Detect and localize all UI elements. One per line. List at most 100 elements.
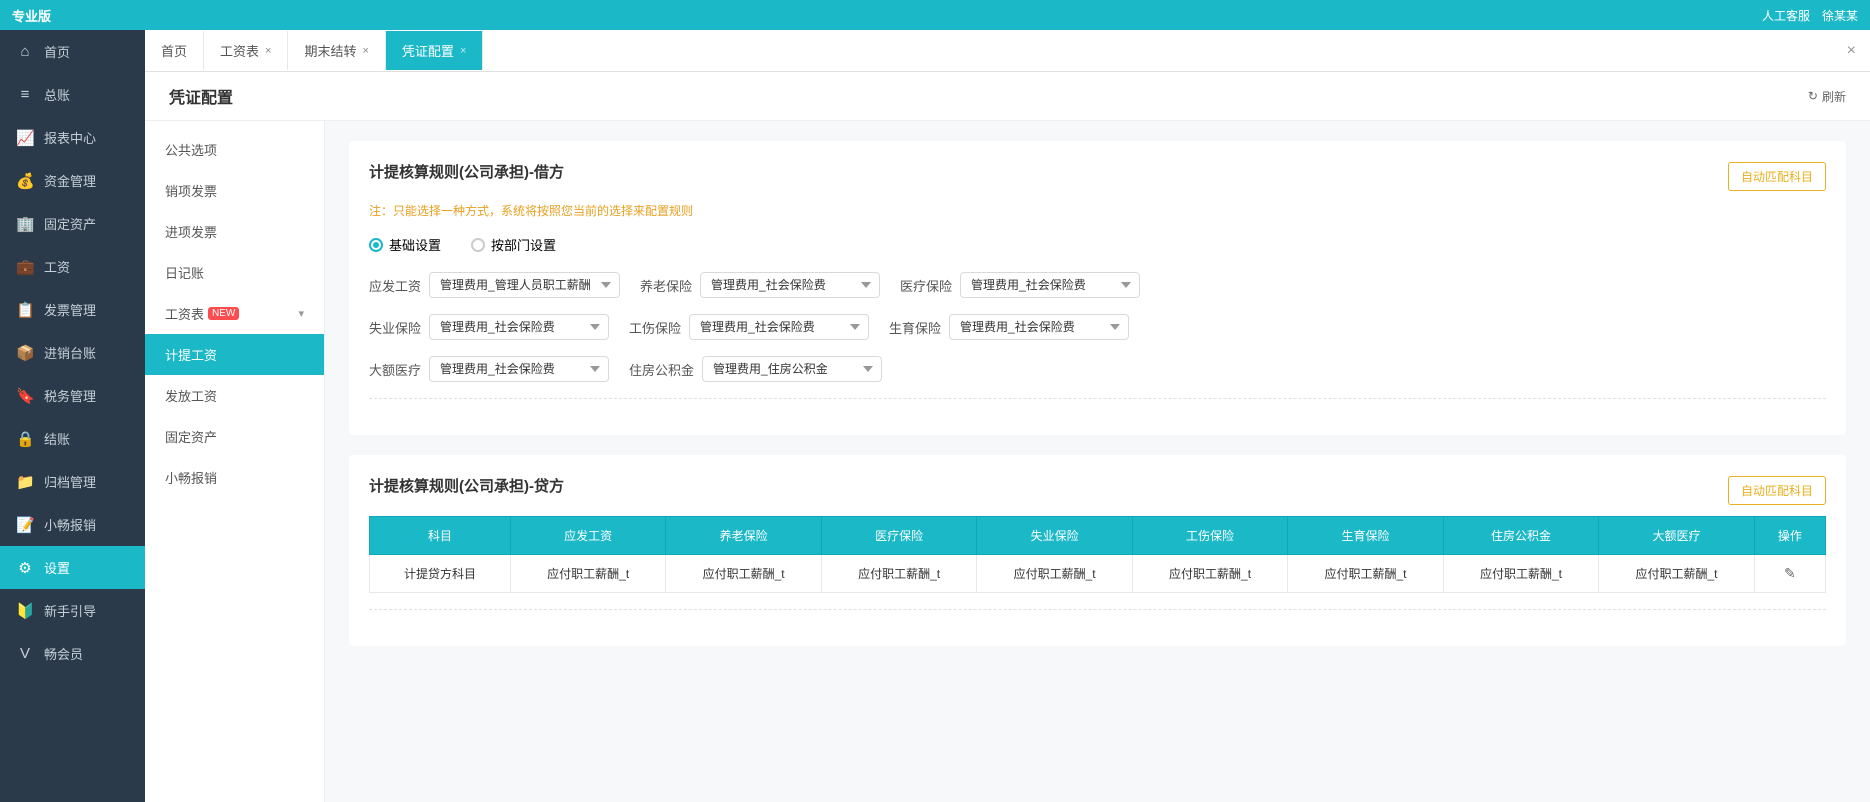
debit-field-ylbx2: 医疗保险 管理费用_社会保险费 xyxy=(900,272,1140,298)
debit-field-deyl: 大额医疗 管理费用_社会保险费 xyxy=(369,356,609,382)
tab-voucher-config[interactable]: 凭证配置 × xyxy=(386,31,483,70)
tab-home[interactable]: 首页 xyxy=(145,31,204,70)
th-action: 操作 xyxy=(1754,517,1825,555)
debit-auto-match-button[interactable]: 自动匹配科目 xyxy=(1728,162,1826,191)
sidebar-item-guide[interactable]: 🔰 新手引导 xyxy=(0,589,145,632)
left-nav-fixed-assets[interactable]: 固定资产 xyxy=(145,416,324,457)
td-action[interactable]: ✎ xyxy=(1754,555,1825,593)
debit-form-row-2: 失业保险 管理费用_社会保险费 工伤保险 管理费用_社会保险费 xyxy=(369,314,1826,340)
tab-payroll[interactable]: 工资表 × xyxy=(204,31,288,70)
guide-icon: 🔰 xyxy=(16,602,34,620)
radio-dept-setting[interactable]: 按部门设置 xyxy=(471,235,556,254)
sidebar-item-payroll[interactable]: 💼 工资 xyxy=(0,245,145,288)
invoice-mgmt-icon: 📋 xyxy=(16,301,34,319)
sidebar-label-tax-mgmt: 税务管理 xyxy=(44,386,96,405)
sidebar-item-archive[interactable]: 📁 归档管理 xyxy=(0,460,145,503)
credit-auto-match-button[interactable]: 自动匹配科目 xyxy=(1728,476,1826,505)
debit-section-header: 计提核算规则(公司承担)-借方 自动匹配科目 xyxy=(369,161,1826,192)
funds-icon: 💰 xyxy=(16,172,34,190)
page-title: 凭证配置 xyxy=(169,84,233,108)
credit-table-header: 科目 应发工资 养老保险 医疗保险 失业保险 工伤保险 生育保险 住房公积金 大… xyxy=(370,517,1826,555)
close-main-button[interactable]: × xyxy=(1833,42,1870,60)
debit-select-deyl[interactable]: 管理费用_社会保险费 xyxy=(429,356,609,382)
th-yfgz: 应发工资 xyxy=(510,517,665,555)
tab-period-close[interactable]: 期末结转 × xyxy=(288,31,385,70)
debit-select-yfgz[interactable]: 管理费用_管理人员职工薪酬 xyxy=(429,272,620,298)
app-layout: ⌂ 首页 ≡ 总账 📈 报表中心 💰 资金管理 🏢 固定资产 💼 工资 📋 发票… xyxy=(0,30,1870,802)
home-icon: ⌂ xyxy=(16,43,34,60)
debit-select-ylbx[interactable]: 管理费用_社会保险费 xyxy=(700,272,880,298)
sidebar-item-reports[interactable]: 📈 报表中心 xyxy=(0,116,145,159)
sidebar-item-settings[interactable]: ⚙ 设置 xyxy=(0,546,145,589)
th-gsbx: 工伤保险 xyxy=(1132,517,1287,555)
tab-payroll-close-icon[interactable]: × xyxy=(265,45,271,57)
right-content: 计提核算规则(公司承担)-借方 自动匹配科目 注：只能选择一种方式，系统将按照您… xyxy=(325,121,1870,802)
sidebar-item-general-ledger[interactable]: ≡ 总账 xyxy=(0,73,145,116)
sidebar-item-fixed-assets[interactable]: 🏢 固定资产 xyxy=(0,202,145,245)
user-name: 徐某某 xyxy=(1822,7,1858,24)
debit-select-ylbx2[interactable]: 管理费用_社会保险费 xyxy=(960,272,1140,298)
sidebar-item-close-accounts[interactable]: 🔒 结账 xyxy=(0,417,145,460)
left-nav-pay-payroll[interactable]: 发放工资 xyxy=(145,375,324,416)
sidebar-item-small-report[interactable]: 📝 小畅报销 xyxy=(0,503,145,546)
debit-section-title: 计提核算规则(公司承担)-借方 xyxy=(369,161,564,182)
credit-section: 计提核算规则(公司承担)-贷方 自动匹配科目 科目 应发工资 养老保险 医疗保险… xyxy=(349,455,1846,646)
sidebar-item-member[interactable]: V 畅会员 xyxy=(0,632,145,675)
tab-voucher-config-close-icon[interactable]: × xyxy=(460,45,466,57)
credit-divider xyxy=(369,609,1826,610)
page-header: 凭证配置 ↻ 刷新 xyxy=(145,72,1870,121)
sidebar-label-purchase-sales: 进销台账 xyxy=(44,343,96,362)
debit-form-row-1: 应发工资 管理费用_管理人员职工薪酬 养老保险 管理费用_社会保险费 xyxy=(369,272,1826,298)
tab-voucher-config-label: 凭证配置 xyxy=(402,41,454,60)
debit-label-deyl: 大额医疗 xyxy=(369,360,421,379)
sidebar-label-member: 畅会员 xyxy=(44,644,83,663)
radio-basic-setting[interactable]: 基础设置 xyxy=(369,235,441,254)
left-nav-purchase-invoice[interactable]: 进项发票 xyxy=(145,211,324,252)
debit-select-gsbx[interactable]: 管理费用_社会保险费 xyxy=(689,314,869,340)
tab-home-label: 首页 xyxy=(161,41,187,60)
debit-select-sybx[interactable]: 管理费用_社会保险费 xyxy=(429,314,609,340)
sidebar-item-invoice-mgmt[interactable]: 📋 发票管理 xyxy=(0,288,145,331)
sidebar-label-settings: 设置 xyxy=(44,558,70,577)
debit-divider xyxy=(369,398,1826,399)
sidebar-label-reports: 报表中心 xyxy=(44,128,96,147)
debit-label-yfgz: 应发工资 xyxy=(369,276,421,295)
sidebar-item-purchase-sales[interactable]: 📦 进销台账 xyxy=(0,331,145,374)
sidebar-label-home: 首页 xyxy=(44,42,70,61)
sidebar-item-home[interactable]: ⌂ 首页 xyxy=(0,30,145,73)
left-nav: 公共选项 销项发票 进项发票 日记账 工资表 NEW ▾ 计提工资 xyxy=(145,121,325,802)
td-ylbx: 应付职工薪酬_t xyxy=(666,555,821,593)
credit-table-body: 计提贷方科目 应付职工薪酬_t 应付职工薪酬_t 应付职工薪酬_t 应付职工薪酬… xyxy=(370,555,1826,593)
debit-select-sybx2[interactable]: 管理费用_社会保险费 xyxy=(949,314,1129,340)
th-ylbx: 养老保险 xyxy=(666,517,821,555)
sidebar-item-funds[interactable]: 💰 资金管理 xyxy=(0,159,145,202)
sidebar-item-tax-mgmt[interactable]: 🔖 税务管理 xyxy=(0,374,145,417)
refresh-icon: ↻ xyxy=(1808,89,1818,103)
tab-period-close-close-icon[interactable]: × xyxy=(362,45,368,57)
left-nav-sales-invoice[interactable]: 销项发票 xyxy=(145,170,324,211)
customer-service-link[interactable]: 人工客服 xyxy=(1762,7,1810,24)
td-ylbx2: 应付职工薪酬_t xyxy=(821,555,976,593)
top-bar-right: 人工客服 徐某某 xyxy=(1762,7,1858,24)
left-nav-calc-payroll[interactable]: 计提工资 xyxy=(145,334,324,375)
settings-icon: ⚙ xyxy=(16,559,34,577)
archive-icon: 📁 xyxy=(16,473,34,491)
sidebar-label-invoice-mgmt: 发票管理 xyxy=(44,300,96,319)
th-deyl: 大额医疗 xyxy=(1599,517,1754,555)
left-nav-journal[interactable]: 日记账 xyxy=(145,252,324,293)
debit-form-row-3: 大额医疗 管理费用_社会保险费 住房公积金 管理费用_住房公积金 xyxy=(369,356,1826,382)
edit-icon[interactable]: ✎ xyxy=(1784,565,1796,581)
debit-label-ylbx2: 医疗保险 xyxy=(900,276,952,295)
debit-label-sybx: 失业保险 xyxy=(369,318,421,337)
td-subject: 计提贷方科目 xyxy=(370,555,511,593)
sidebar-label-payroll: 工资 xyxy=(44,257,70,276)
credit-section-header: 计提核算规则(公司承担)-贷方 自动匹配科目 xyxy=(369,475,1826,506)
left-nav-payroll-table[interactable]: 工资表 NEW ▾ xyxy=(145,293,324,334)
debit-select-zfgjj[interactable]: 管理费用_住房公积金 xyxy=(702,356,882,382)
refresh-button[interactable]: ↻ 刷新 xyxy=(1808,88,1846,105)
fixed-assets-icon: 🏢 xyxy=(16,215,34,233)
left-nav-xiao-chang[interactable]: 小畅报销 xyxy=(145,457,324,498)
th-ylbx2: 医疗保险 xyxy=(821,517,976,555)
left-nav-public-options[interactable]: 公共选项 xyxy=(145,129,324,170)
credit-section-title: 计提核算规则(公司承担)-贷方 xyxy=(369,475,564,496)
